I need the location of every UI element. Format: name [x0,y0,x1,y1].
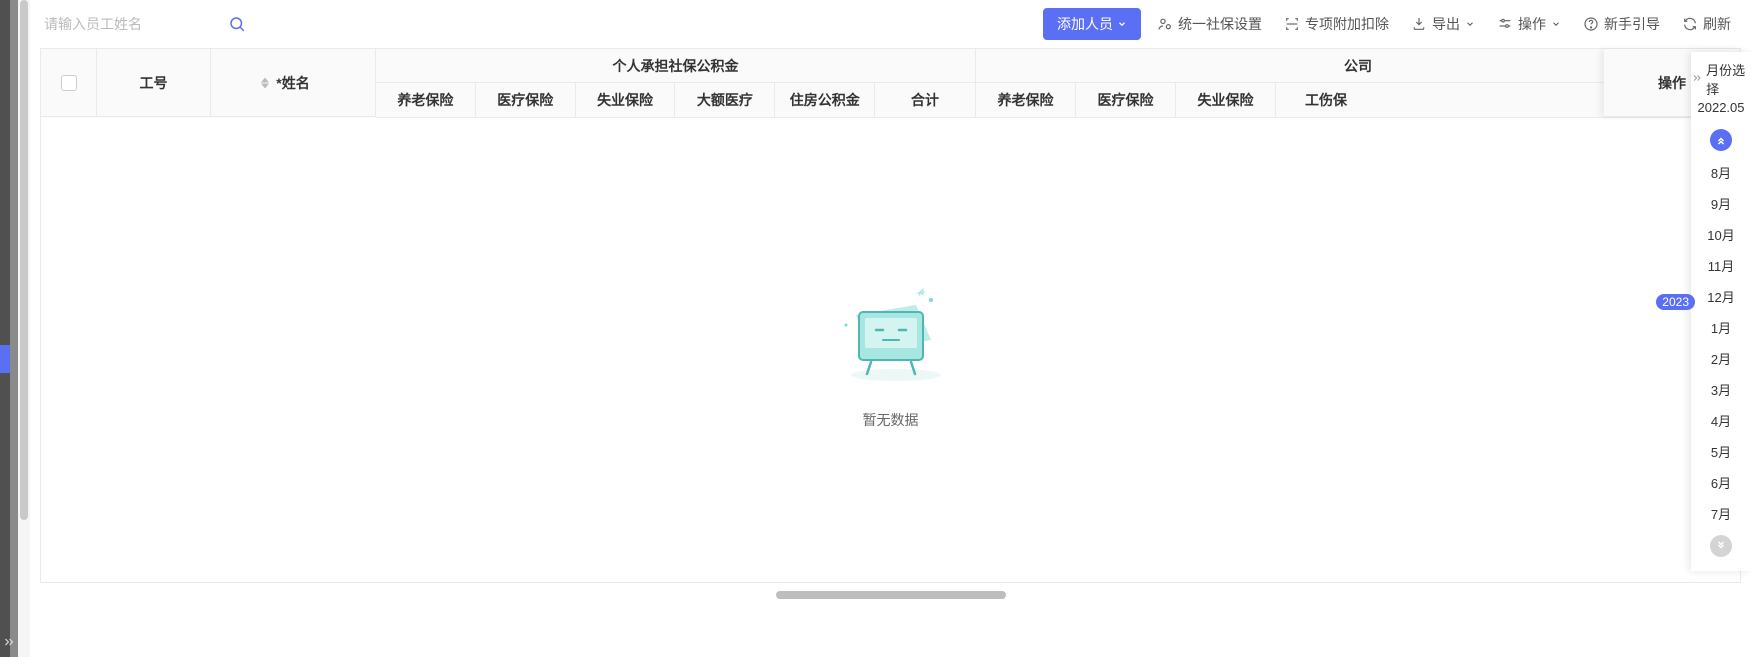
export-icon [1411,16,1427,32]
month-item[interactable]: 1月 [1707,316,1735,339]
month-item[interactable]: 6月 [1707,471,1735,494]
month-item[interactable]: 5月 [1707,440,1735,463]
guide-label: 新手引导 [1604,14,1660,34]
th-personal-title: 个人承担社保公积金 [376,49,975,83]
th-name[interactable]: *姓名 [211,49,376,117]
month-item[interactable]: 9月 [1707,192,1735,215]
month-item[interactable]: 10月 [1703,223,1738,246]
toolbar: 添加人员 统一社保设置 专项附加扣除 导出 操作 [30,0,1751,48]
guide-link[interactable]: 新手引导 [1577,14,1666,34]
month-scroll-up-button[interactable] [1710,129,1732,151]
month-item[interactable]: 7月 [1707,502,1735,525]
month-picker-panel: 月份选择 2022.05 8月 9月 10月 11月 12月 1月 2月 3月 … [1691,52,1751,571]
refresh-icon [1682,16,1698,32]
th-total: 合计 [875,83,975,117]
export-link[interactable]: 导出 [1405,14,1481,34]
month-panel-header: 月份选择 [1691,60,1751,100]
sliders-icon [1497,16,1513,32]
month-item[interactable]: 12月 [1703,285,1738,308]
month-item[interactable]: 8月 [1707,161,1735,184]
month-item[interactable]: 3月 [1707,378,1735,401]
empty-illustration [821,270,961,390]
th-c-unemployment: 失业保险 [1176,83,1276,117]
special-deduction-label: 专项附加扣除 [1305,14,1389,34]
special-deduction-link[interactable]: 专项附加扣除 [1278,14,1395,34]
sort-asc-icon [261,77,269,82]
scrollbar-thumb[interactable] [20,0,28,520]
sidebar-inner [0,0,10,657]
horizontal-scrollbar-thumb[interactable] [776,591,1006,599]
operation-label: 操作 [1518,14,1546,34]
search-icon[interactable] [228,15,246,33]
sidebar-collapsed [0,0,18,657]
sort-desc-icon [261,83,269,88]
month-scroll-down-button[interactable] [1710,535,1732,557]
chevron-down-icon [1465,19,1475,29]
sidebar-expand-toggle[interactable] [2,635,16,649]
th-housing-fund: 住房公积金 [775,83,875,117]
operation-link[interactable]: 操作 [1491,14,1567,34]
chevron-down-icon [1551,19,1561,29]
empty-state: 暂无数据 [41,117,1740,582]
sidebar-active-indicator [0,345,10,373]
th-pension: 养老保险 [376,83,476,117]
chevron-down-icon [1117,19,1127,29]
th-c-medical: 医疗保险 [1076,83,1176,117]
month-item[interactable]: 4月 [1707,409,1735,432]
social-settings-link[interactable]: 统一社保设置 [1151,14,1268,34]
scan-icon [1284,16,1300,32]
th-medical: 医疗保险 [476,83,576,117]
th-employee-id[interactable]: 工号 [97,49,211,117]
main-content: 添加人员 统一社保设置 专项附加扣除 导出 操作 [30,0,1751,657]
search-input[interactable] [40,8,250,40]
data-table: 工号 *姓名 个人承担社保公积金 养老保险 医疗保险 失业保险 大额医疗 住房公… [40,48,1741,583]
sort-arrows[interactable] [261,77,269,88]
refresh-label: 刷新 [1703,14,1731,34]
month-panel-current: 2022.05 [1698,100,1745,115]
th-name-label: *姓名 [276,73,309,93]
add-person-label: 添加人员 [1057,14,1113,34]
month-list: 8月 9月 10月 11月 12月 1月 2月 3月 4月 5月 6月 7月 [1703,161,1738,525]
th-checkbox [41,49,97,117]
person-gear-icon [1157,16,1173,32]
th-c-pension: 养老保险 [976,83,1076,117]
th-unemployment: 失业保险 [576,83,676,117]
year-badge: 2023 [1656,294,1695,310]
th-c-work-injury: 工伤保 [1276,83,1376,117]
vertical-scrollbar[interactable] [18,0,30,657]
collapse-right-icon[interactable] [1691,72,1703,86]
empty-text: 暂无数据 [863,410,919,430]
th-group-personal: 个人承担社保公积金 养老保险 医疗保险 失业保险 大额医疗 住房公积金 合计 [376,49,976,118]
month-item[interactable]: 11月 [1704,254,1739,277]
month-item[interactable]: 2月 [1707,347,1735,370]
export-label: 导出 [1432,14,1460,34]
help-icon [1583,16,1599,32]
refresh-link[interactable]: 刷新 [1676,14,1737,34]
select-all-checkbox[interactable] [61,75,77,91]
table-header: 工号 *姓名 个人承担社保公积金 养老保险 医疗保险 失业保险 大额医疗 住房公… [41,49,1740,118]
search-wrap [40,8,250,40]
add-person-button[interactable]: 添加人员 [1043,8,1141,40]
social-settings-label: 统一社保设置 [1178,14,1262,34]
th-large-medical: 大额医疗 [675,83,775,117]
month-panel-title: 月份选择 [1706,60,1751,98]
